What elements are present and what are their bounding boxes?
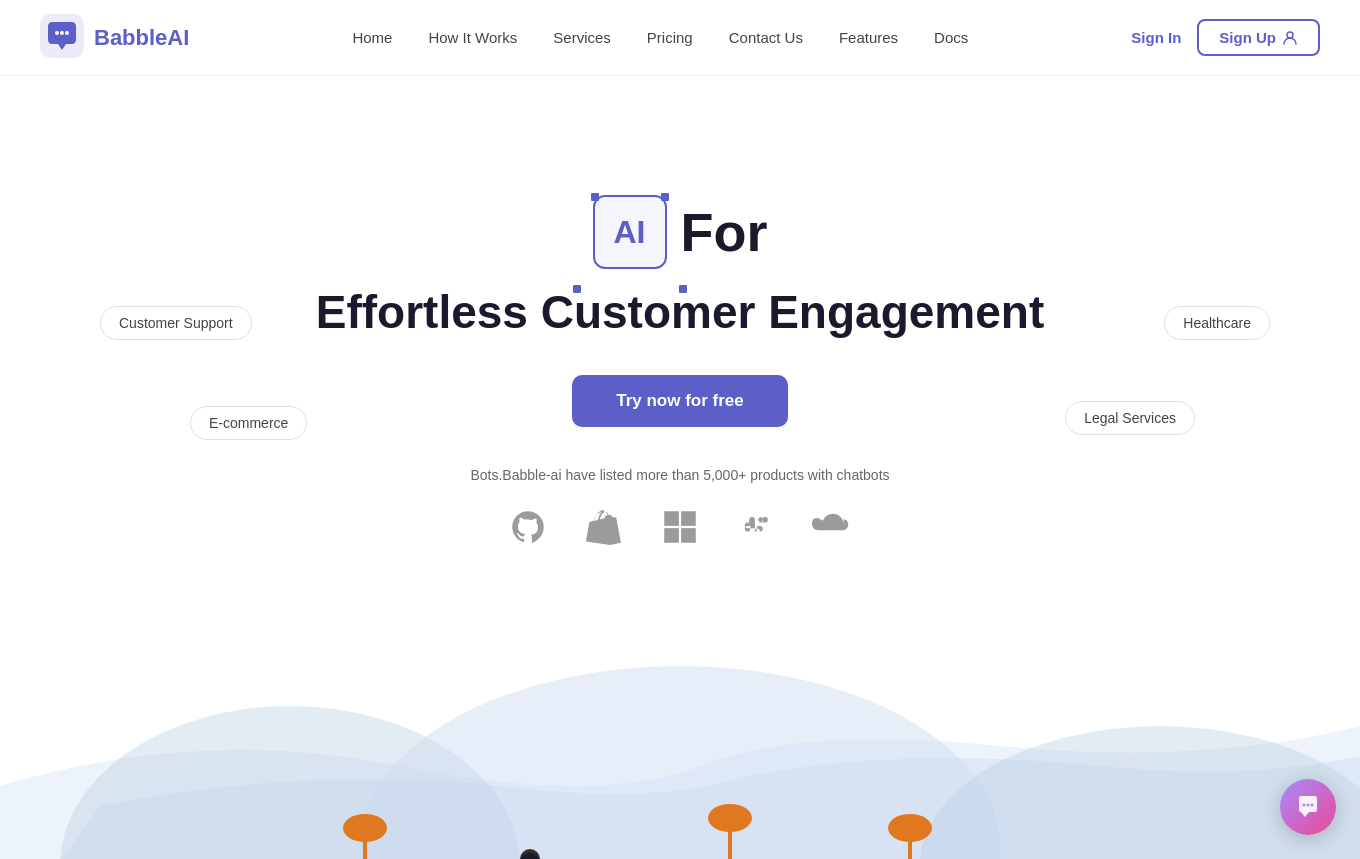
hero-headline: Effortless Customer Engagement [316, 285, 1044, 339]
svg-point-1 [55, 31, 59, 35]
microsoft-icon [660, 507, 700, 547]
cta-button[interactable]: Try now for free [572, 375, 788, 427]
github-icon [508, 507, 548, 547]
cloudflare-icon [812, 507, 852, 547]
svg-point-4 [1287, 32, 1293, 38]
user-icon [1282, 30, 1298, 46]
logo-link[interactable]: BabbleAI [40, 14, 189, 62]
navbar: BabbleAI Home How It Works Services Pric… [0, 0, 1360, 76]
svg-point-30 [1307, 804, 1310, 807]
svg-point-31 [1311, 804, 1314, 807]
hero-illustration [0, 666, 1360, 859]
nav-home[interactable]: Home [352, 29, 392, 46]
logo-icon [40, 14, 84, 62]
nav-features[interactable]: Features [839, 29, 898, 46]
tag-ecommerce: E-commerce [190, 406, 307, 440]
nav-pricing[interactable]: Pricing [647, 29, 693, 46]
sign-in-button[interactable]: Sign In [1131, 29, 1181, 46]
shopify-icon [584, 507, 624, 547]
slack-icon [736, 507, 776, 547]
hero-title-row: AI For [593, 195, 768, 269]
nav-services[interactable]: Services [553, 29, 611, 46]
trusted-text: Bots.Babble-ai have listed more than 5,0… [470, 467, 889, 483]
illustration-svg [0, 666, 1360, 859]
chat-widget-button[interactable] [1280, 779, 1336, 835]
svg-rect-5 [664, 511, 679, 526]
sign-up-button[interactable]: Sign Up [1197, 19, 1320, 56]
nav-docs[interactable]: Docs [934, 29, 968, 46]
nav-contact-us[interactable]: Contact Us [729, 29, 803, 46]
svg-point-3 [65, 31, 69, 35]
tag-healthcare: Healthcare [1164, 306, 1270, 340]
svg-point-16 [343, 814, 387, 842]
for-text: For [681, 201, 768, 263]
svg-point-20 [888, 814, 932, 842]
tag-customer-support: Customer Support [100, 306, 252, 340]
ai-box: AI [593, 195, 667, 269]
hero-section: Customer Support E-commerce Healthcare L… [0, 76, 1360, 656]
chat-widget-icon [1295, 794, 1321, 820]
svg-point-2 [60, 31, 64, 35]
svg-point-29 [1303, 804, 1306, 807]
nav-links: Home How It Works Services Pricing Conta… [352, 29, 968, 47]
nav-how-it-works[interactable]: How It Works [428, 29, 517, 46]
svg-rect-8 [681, 528, 696, 543]
nav-actions: Sign In Sign Up [1131, 19, 1320, 56]
tag-legal-services: Legal Services [1065, 401, 1195, 435]
svg-rect-6 [681, 511, 696, 526]
svg-point-18 [708, 804, 752, 832]
integrations-row [508, 507, 852, 547]
logo-text: BabbleAI [94, 25, 189, 51]
svg-rect-7 [664, 528, 679, 543]
